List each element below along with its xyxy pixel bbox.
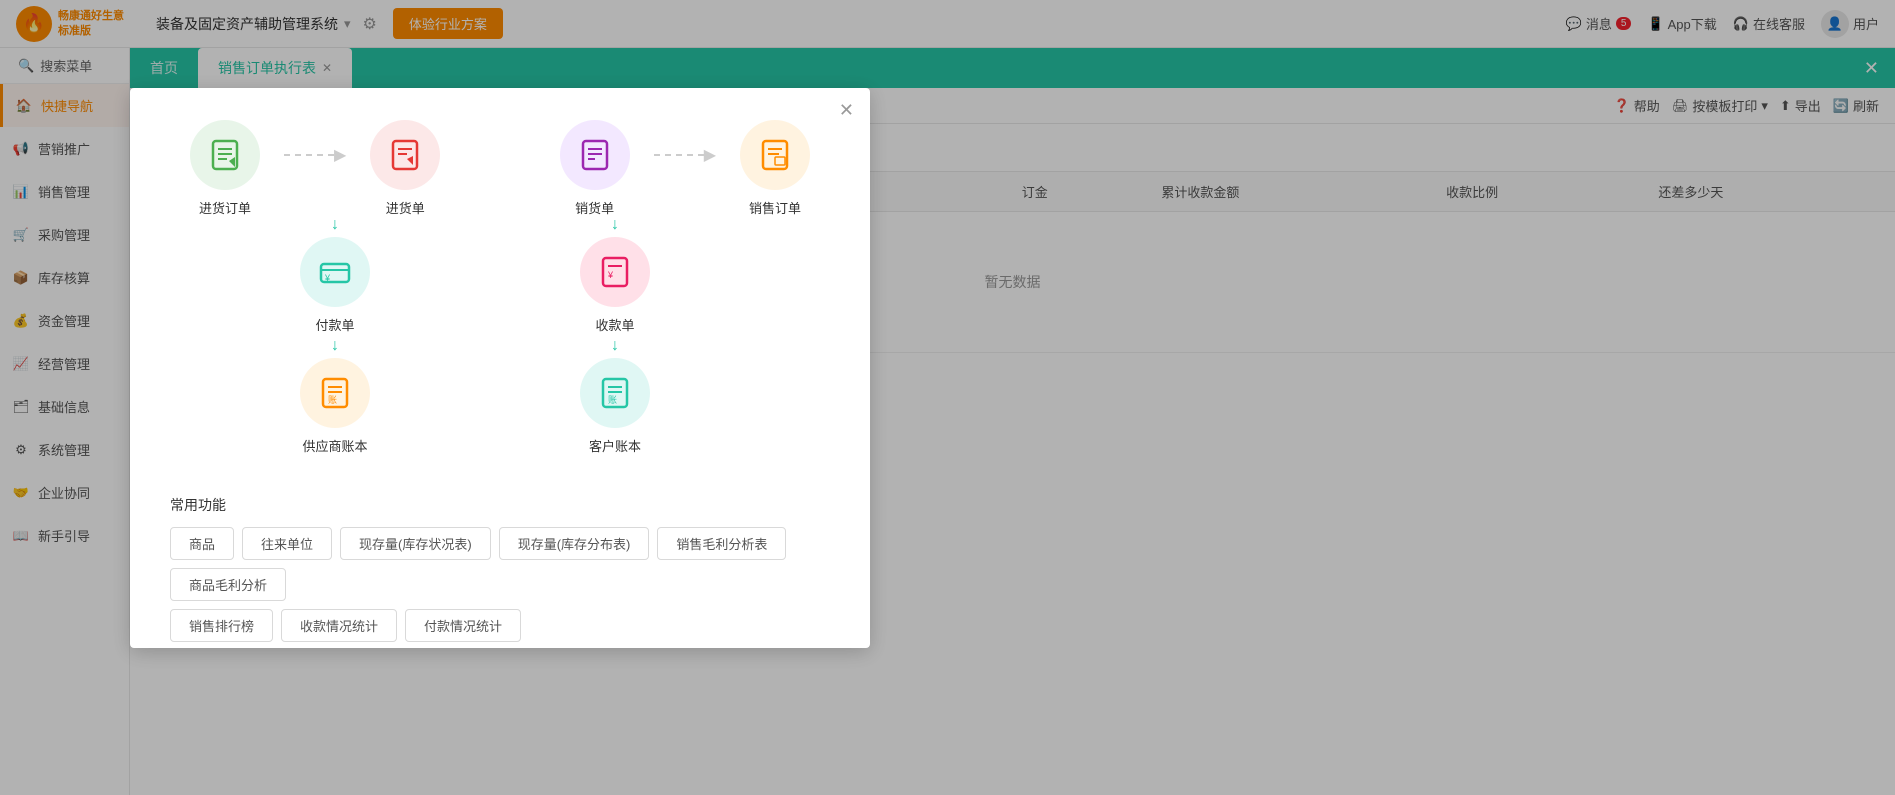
svg-text:账: 账 bbox=[608, 395, 617, 405]
func-btn-stock-status[interactable]: 现存量(库存状况表) bbox=[340, 527, 491, 560]
payment-bill-label: 付款单 bbox=[315, 315, 354, 334]
common-func-area: 常用功能 商品 往来单位 现存量(库存状况表) 现存量(库存分布表) 销售毛利分… bbox=[130, 479, 870, 648]
purchase-order-label: 进货订单 bbox=[199, 198, 251, 217]
purchase-bill-label: 进货单 bbox=[386, 198, 425, 217]
node-payment-bill[interactable]: ¥ 付款单 bbox=[280, 237, 390, 334]
func-buttons-row2: 销售排行榜 收款情况统计 付款情况统计 bbox=[170, 609, 830, 642]
svg-text:¥: ¥ bbox=[324, 273, 331, 283]
svg-text:¥: ¥ bbox=[607, 270, 614, 280]
func-buttons-row1: 商品 往来单位 现存量(库存状况表) 现存量(库存分布表) 销售毛利分析表 商品… bbox=[170, 527, 830, 601]
modal-close-button[interactable]: ✕ bbox=[839, 100, 854, 121]
node-sales-bill[interactable]: 销货单 bbox=[540, 120, 650, 217]
purchase-order-icon bbox=[190, 120, 260, 190]
common-func-title: 常用功能 bbox=[170, 495, 830, 515]
receipt-bill-label: 收款单 bbox=[595, 315, 634, 334]
purchase-bill-icon bbox=[370, 120, 440, 190]
node-purchase-order[interactable]: 进货订单 bbox=[170, 120, 280, 217]
sales-order-icon bbox=[740, 120, 810, 190]
func-btn-product[interactable]: 商品 bbox=[170, 527, 234, 560]
func-btn-product-margin[interactable]: 商品毛利分析 bbox=[170, 568, 286, 601]
payment-bill-icon: ¥ bbox=[300, 237, 370, 307]
receipt-bill-icon: ¥ bbox=[580, 237, 650, 307]
node-purchase-bill[interactable]: 进货单 bbox=[350, 120, 460, 217]
flow-diagram: 进货订单 ▶ 进货单 bbox=[130, 88, 870, 479]
modal: ✕ 进货订单 ▶ bbox=[130, 88, 870, 648]
node-sales-order[interactable]: 销售订单 bbox=[720, 120, 830, 217]
func-btn-counterpart[interactable]: 往来单位 bbox=[242, 527, 332, 560]
customer-ledger-icon: 账 bbox=[580, 358, 650, 428]
supplier-ledger-icon: 账 bbox=[300, 358, 370, 428]
func-btn-sales-rank[interactable]: 销售排行榜 bbox=[170, 609, 273, 642]
svg-text:账: 账 bbox=[328, 395, 337, 405]
func-btn-payment-stat[interactable]: 付款情况统计 bbox=[405, 609, 521, 642]
func-btn-stock-dist[interactable]: 现存量(库存分布表) bbox=[499, 527, 650, 560]
node-supplier-ledger[interactable]: 账 供应商账本 bbox=[280, 358, 390, 455]
modal-overlay[interactable]: ✕ 进货订单 ▶ bbox=[0, 0, 1895, 795]
supplier-ledger-label: 供应商账本 bbox=[302, 436, 367, 455]
sales-bill-icon bbox=[560, 120, 630, 190]
func-btn-receipt-stat[interactable]: 收款情况统计 bbox=[281, 609, 397, 642]
func-btn-sales-margin[interactable]: 销售毛利分析表 bbox=[657, 527, 786, 560]
customer-ledger-label: 客户账本 bbox=[589, 436, 641, 455]
node-customer-ledger[interactable]: 账 客户账本 bbox=[560, 358, 670, 455]
node-receipt-bill[interactable]: ¥ 收款单 bbox=[560, 237, 670, 334]
sales-order-label: 销售订单 bbox=[749, 198, 801, 217]
sales-bill-label: 销货单 bbox=[575, 198, 614, 217]
